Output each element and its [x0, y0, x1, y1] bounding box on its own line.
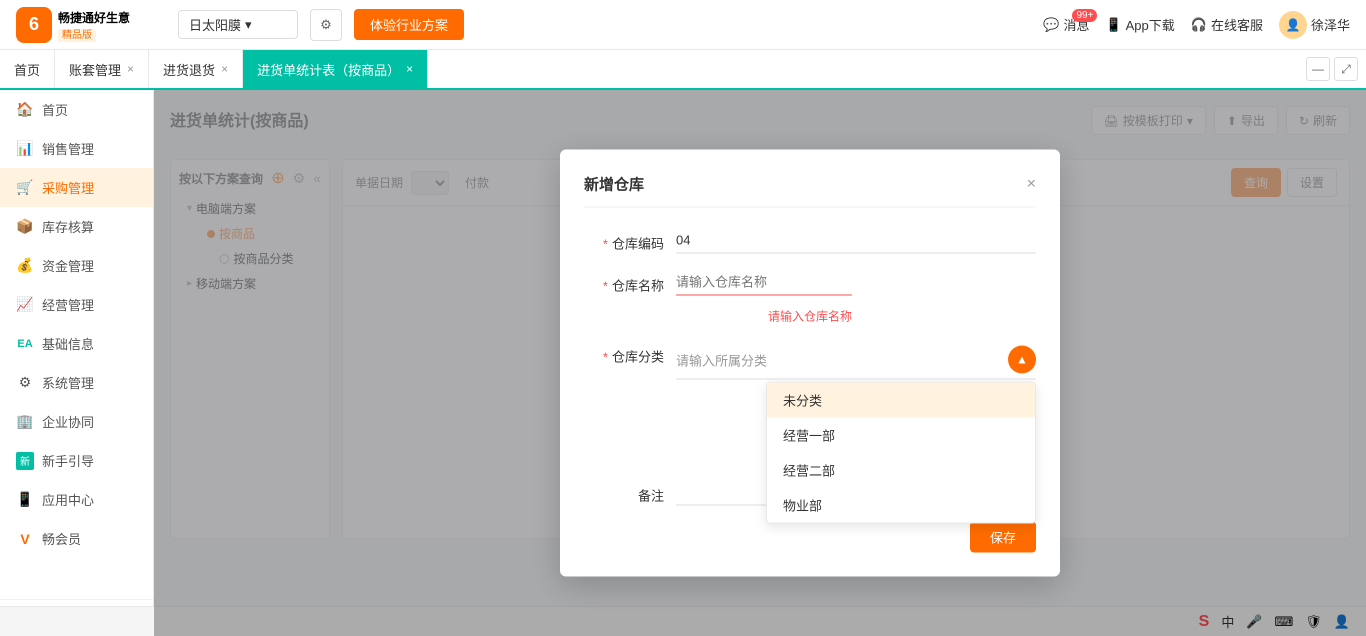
category-label: 仓库分类 [584, 341, 664, 366]
app-download-button[interactable]: 📱 App下载 [1105, 15, 1174, 34]
purchase-icon: 🛒 [16, 179, 34, 197]
main-layout: 🏠 首页 📊 销售管理 🛒 采购管理 📦 库存核算 💰 资金管理 📈 经营管理 … [0, 90, 1366, 636]
modal-close-button[interactable]: × [1027, 175, 1036, 193]
form-row-name: 仓库名称 请输入仓库名称 [584, 270, 1036, 325]
content-area: 进货单统计(按商品) 🖨 按模板打印 ▾ ⬆ 导出 ↻ 刷新 [154, 90, 1366, 636]
modal-footer: 保存 [584, 522, 1036, 553]
modal-title: 新增仓库 [584, 174, 644, 195]
online-service-button[interactable]: 🎧 在线客服 [1191, 15, 1263, 34]
sales-icon: 📊 [16, 140, 34, 158]
tab-account[interactable]: 账套管理 × [55, 50, 149, 89]
tab-bar: 首页 账套管理 × 进货退货 × 进货单统计表（按商品） × — ⤢ [0, 50, 1366, 90]
enterprise-icon: 🏢 [16, 413, 34, 431]
name-error: 请输入仓库名称 [676, 308, 852, 325]
header-right: 💬 消息 99+ 📱 App下载 🎧 在线客服 👤 徐泽华 [1043, 11, 1350, 39]
form-row-code: 仓库编码 [584, 228, 1036, 254]
operations-icon: 📈 [16, 296, 34, 314]
dropdown-option-dept1[interactable]: 经营一部 [767, 418, 1035, 453]
message-icon: 💬 [1043, 17, 1059, 33]
trial-button[interactable]: 体验行业方案 [354, 9, 464, 40]
tab-minimize-button[interactable]: — [1306, 57, 1330, 81]
sidebar-item-home[interactable]: 🏠 首页 [0, 90, 153, 129]
headset-icon: 🎧 [1191, 17, 1207, 33]
message-badge: 99+ [1072, 9, 1097, 22]
form-row-category: 仓库分类 请输入所属分类 ▲ 未分类 经营一部 经营二部 物业部 [584, 341, 1036, 380]
inventory-icon: 📦 [16, 218, 34, 236]
tab-purchase-return[interactable]: 进货退货 × [149, 50, 243, 89]
code-label: 仓库编码 [584, 228, 664, 253]
dropdown-option-dept2[interactable]: 经营二部 [767, 453, 1035, 488]
sidebar-item-base-info[interactable]: EA 基础信息 [0, 324, 153, 363]
sidebar-item-inventory[interactable]: 📦 库存核算 [0, 207, 153, 246]
tab-maximize-button[interactable]: ⤢ [1334, 57, 1358, 81]
message-button[interactable]: 💬 消息 99+ [1043, 15, 1089, 34]
sidebar: 🏠 首页 📊 销售管理 🛒 采购管理 📦 库存核算 💰 资金管理 📈 经营管理 … [0, 90, 154, 636]
code-input[interactable] [676, 228, 1036, 254]
chevron-down-icon: ▾ [245, 17, 252, 33]
home-icon: 🏠 [16, 101, 34, 119]
user-menu[interactable]: 👤 徐泽华 [1279, 11, 1350, 39]
sidebar-item-operations[interactable]: 📈 经营管理 [0, 285, 153, 324]
dropdown-option-dept3[interactable]: 物业部 [767, 488, 1035, 523]
sidebar-item-system[interactable]: ⚙ 系统管理 [0, 363, 153, 402]
logo-icon: 6 [16, 7, 52, 43]
sidebar-item-finance[interactable]: 💰 资金管理 [0, 246, 153, 285]
tab-home[interactable]: 首页 [0, 50, 55, 89]
avatar: 👤 [1279, 11, 1307, 39]
category-dropdown[interactable]: 请输入所属分类 ▲ [676, 341, 1036, 380]
tab-close-purchase-return[interactable]: × [221, 62, 228, 76]
sidebar-item-guide[interactable]: 新 新手引导 [0, 441, 153, 480]
guide-icon: 新 [16, 452, 34, 470]
name-input[interactable] [676, 270, 852, 296]
gear-icon: ⚙ [320, 17, 332, 33]
base-info-icon: EA [16, 335, 34, 353]
tab-controls: — ⤢ [1306, 57, 1366, 81]
sidebar-item-sales[interactable]: 📊 销售管理 [0, 129, 153, 168]
phone-icon: 📱 [1105, 17, 1121, 33]
finance-icon: 💰 [16, 257, 34, 275]
dropdown-option-uncategorized[interactable]: 未分类 [767, 383, 1035, 418]
system-icon: ⚙ [16, 374, 34, 392]
category-dropdown-list: 未分类 经营一部 经营二部 物业部 [766, 382, 1036, 524]
sidebar-item-purchase[interactable]: 🛒 采购管理 [0, 168, 153, 207]
note-label: 备注 [584, 480, 664, 505]
name-label: 仓库名称 [584, 270, 664, 295]
app-center-icon: 📱 [16, 491, 34, 509]
name-input-wrap [676, 270, 944, 296]
save-button[interactable]: 保存 [970, 522, 1036, 553]
sidebar-item-vip[interactable]: V 畅会员 [0, 519, 153, 558]
tab-purchase-stats[interactable]: 进货单统计表（按商品） × [243, 50, 428, 89]
sidebar-item-enterprise[interactable]: 🏢 企业协同 [0, 402, 153, 441]
modal-header: 新增仓库 × [584, 174, 1036, 208]
dropdown-up-icon: ▲ [1008, 346, 1036, 374]
new-warehouse-modal: 新增仓库 × 仓库编码 仓库名称 请输入仓库名称 仓库分类 [560, 150, 1060, 577]
logo-area: 6 畅捷通好生意 精品版 [16, 7, 166, 43]
logo-text: 畅捷通好生意 精品版 [58, 9, 130, 41]
tab-close-purchase-stats[interactable]: × [406, 62, 413, 76]
top-header: 6 畅捷通好生意 精品版 日太阳膜 ▾ ⚙ 体验行业方案 💬 消息 99+ 📱 … [0, 0, 1366, 50]
vip-icon: V [16, 530, 34, 548]
settings-button[interactable]: ⚙ [310, 9, 342, 41]
sidebar-item-app-center[interactable]: 📱 应用中心 [0, 480, 153, 519]
tab-close-account[interactable]: × [127, 62, 134, 76]
store-selector[interactable]: 日太阳膜 ▾ [178, 10, 298, 39]
